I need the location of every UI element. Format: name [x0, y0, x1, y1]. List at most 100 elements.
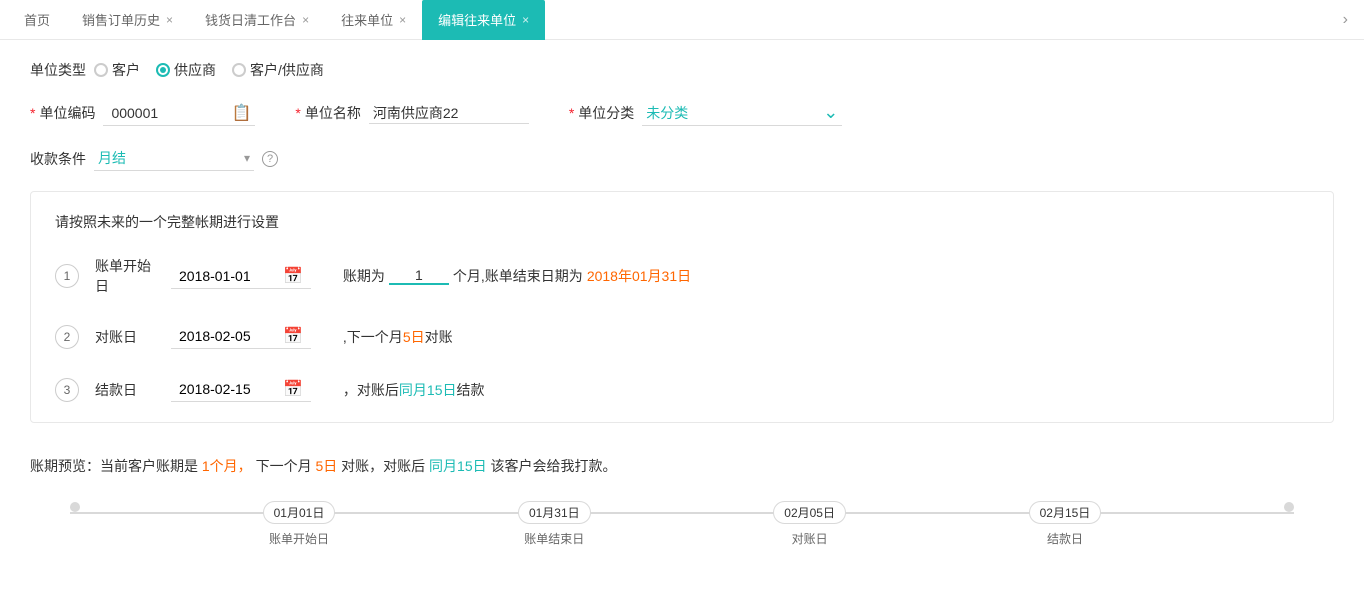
- preview-middle: 下一个月: [256, 458, 312, 474]
- unit-code-input[interactable]: [107, 103, 227, 123]
- unit-type-row: 单位类型 客户 供应商 客户/供应商: [30, 60, 1334, 80]
- timeline-date-1: 01月01日: [263, 501, 336, 524]
- timeline-date-2: 01月31日: [518, 501, 591, 524]
- tabs-bar: 首页 销售订单历史 × 钱货日清工作台 × 往来单位 × 编辑往来单位 × ›: [0, 0, 1364, 40]
- payment-terms-value: 月结: [98, 148, 236, 168]
- timeline-point-4: 02月15日 结款日: [1029, 501, 1102, 547]
- tab-edit-partner-label: 编辑往来单位: [438, 10, 516, 29]
- tab-edit-partner-close[interactable]: ×: [522, 13, 529, 27]
- unit-category-arrow-icon: ⌄: [823, 102, 838, 123]
- tab-home[interactable]: 首页: [8, 0, 66, 40]
- timeline-start-dot: [70, 502, 80, 512]
- timeline-end-dot: [1284, 502, 1294, 512]
- reconcile-date-calendar-icon[interactable]: 📅: [283, 326, 303, 346]
- timeline-date-3: 02月05日: [773, 501, 846, 524]
- radio-supplier-circle: [156, 63, 170, 77]
- radio-customer-circle: [94, 63, 108, 77]
- row-num-2: 2: [55, 325, 79, 349]
- timeline-points: 01月01日 账单开始日 01月31日 账单结束日 02月05日 对账日 02月…: [70, 501, 1294, 547]
- payment-terms-select[interactable]: 月结 ▾: [94, 146, 254, 171]
- period-input[interactable]: [389, 267, 449, 285]
- period-label: 账期为: [343, 266, 385, 286]
- unit-type-group: 单位类型 客户 供应商 客户/供应商: [30, 60, 324, 80]
- start-date-calendar-icon[interactable]: 📅: [283, 266, 303, 286]
- payment-date-input[interactable]: [179, 381, 279, 397]
- timeline-point-1: 01月01日 账单开始日: [263, 501, 336, 547]
- period-unit: 个月,账单结束日期为: [453, 266, 583, 286]
- tab-cash-workbench[interactable]: 钱货日清工作台 ×: [189, 0, 325, 40]
- unit-category-value: 未分类: [646, 103, 823, 123]
- preview-section: 账期预览：当前客户账期是 1个月， 下一个月 5日 对账，对账后 同月15日 该…: [30, 439, 1334, 547]
- row-label-1: 账单开始日: [95, 256, 155, 296]
- unit-code-copy-icon[interactable]: 📋: [231, 103, 251, 123]
- timeline-end-endpoint: [1284, 501, 1294, 512]
- payment-terms-row: 收款条件 月结 ▾ ?: [30, 146, 1334, 171]
- radio-both[interactable]: 客户/供应商: [232, 60, 324, 80]
- radio-customer-label: 客户: [112, 60, 140, 80]
- payment-day-highlight: 同月15日: [399, 380, 457, 400]
- radio-supplier-label: 供应商: [174, 60, 216, 80]
- tab-more-button[interactable]: ›: [1335, 11, 1356, 29]
- preview-prefix: 账期预览：当前客户账期是: [30, 458, 198, 474]
- preview-payment-day: 同月15日: [429, 458, 487, 474]
- payment-date-calendar-icon[interactable]: 📅: [283, 379, 303, 399]
- unit-name-input[interactable]: [369, 103, 529, 124]
- unit-category-group: * 单位分类 未分类 ⌄: [569, 100, 842, 126]
- start-date-input[interactable]: [179, 268, 279, 284]
- payment-date-input-group: 📅: [171, 377, 311, 402]
- payment-row: 3 结款日 📅 ，对账后 同月15日 结款: [55, 377, 1309, 402]
- preview-suffix: 该客户会给我打款。: [491, 458, 617, 474]
- unit-name-label: 单位名称: [305, 103, 361, 123]
- account-start-row: 1 账单开始日 📅 账期为 个月,账单结束日期为 2018年01月31日: [55, 256, 1309, 296]
- reconcile-desc: ,下一个月 5日 对账: [327, 327, 453, 347]
- unit-code-required: *: [30, 105, 35, 121]
- unit-type-label: 单位类型: [30, 60, 86, 80]
- reconcile-day-highlight: 5日: [403, 327, 425, 347]
- main-content: 单位类型 客户 供应商 客户/供应商 * 单位编码: [0, 40, 1364, 608]
- payment-desc: ，对账后 同月15日 结款: [327, 380, 485, 400]
- payment-suffix: 结款: [457, 380, 485, 400]
- tab-edit-partner[interactable]: 编辑往来单位 ×: [422, 0, 545, 40]
- settings-panel: 请按照未来的一个完整帐期进行设置 1 账单开始日 📅 账期为 个月,账单结束日期…: [30, 191, 1334, 423]
- timeline-label-4: 结款日: [1047, 530, 1083, 547]
- unit-code-input-wrapper: 📋: [103, 101, 255, 126]
- unit-category-required: *: [569, 105, 574, 121]
- payment-terms-label: 收款条件: [30, 149, 86, 169]
- radio-supplier[interactable]: 供应商: [156, 60, 216, 80]
- tab-sales-history-close[interactable]: ×: [166, 13, 173, 27]
- tab-cash-workbench-close[interactable]: ×: [302, 13, 309, 27]
- row-label-3: 结款日: [95, 380, 155, 400]
- timeline-date-4: 02月15日: [1029, 501, 1102, 524]
- tab-cash-workbench-label: 钱货日清工作台: [205, 10, 296, 29]
- radio-customer[interactable]: 客户: [94, 60, 140, 80]
- radio-both-circle: [232, 63, 246, 77]
- reconcile-suffix: 对账: [425, 327, 453, 347]
- tab-partner-close[interactable]: ×: [399, 13, 406, 27]
- preview-reconcile-day: 5日: [315, 458, 337, 474]
- tab-sales-history[interactable]: 销售订单历史 ×: [66, 0, 189, 40]
- timeline-point-2: 01月31日 账单结束日: [518, 501, 591, 547]
- timeline-label-2: 账单结束日: [524, 530, 584, 547]
- radio-both-label: 客户/供应商: [250, 60, 324, 80]
- timeline-label-1: 账单开始日: [269, 530, 329, 547]
- tab-home-label: 首页: [24, 10, 50, 29]
- timeline-label-3: 对账日: [792, 530, 828, 547]
- radio-group: 客户 供应商 客户/供应商: [94, 60, 324, 80]
- unit-category-label: 单位分类: [578, 103, 634, 123]
- timeline-container: 01月01日 账单开始日 01月31日 账单结束日 02月05日 对账日 02月…: [30, 501, 1334, 547]
- start-date-input-group: 📅: [171, 264, 311, 289]
- payment-terms-help-icon[interactable]: ?: [262, 151, 278, 167]
- start-date-desc: 账期为 个月,账单结束日期为 2018年01月31日: [327, 266, 691, 286]
- timeline-start-endpoint: [70, 501, 80, 512]
- panel-title: 请按照未来的一个完整帐期进行设置: [55, 212, 1309, 232]
- unit-name-group: * 单位名称: [295, 103, 528, 124]
- timeline-point-3: 02月05日 对账日: [773, 501, 846, 547]
- tab-sales-history-label: 销售订单历史: [82, 10, 160, 29]
- end-date-highlight: 2018年01月31日: [587, 266, 691, 286]
- payment-terms-group: 收款条件 月结 ▾ ?: [30, 146, 278, 171]
- unit-category-select[interactable]: 未分类 ⌄: [642, 100, 842, 126]
- reconcile-date-input[interactable]: [179, 328, 279, 344]
- tab-partner[interactable]: 往来单位 ×: [325, 0, 422, 40]
- row-num-1: 1: [55, 264, 79, 288]
- row-label-2: 对账日: [95, 327, 155, 347]
